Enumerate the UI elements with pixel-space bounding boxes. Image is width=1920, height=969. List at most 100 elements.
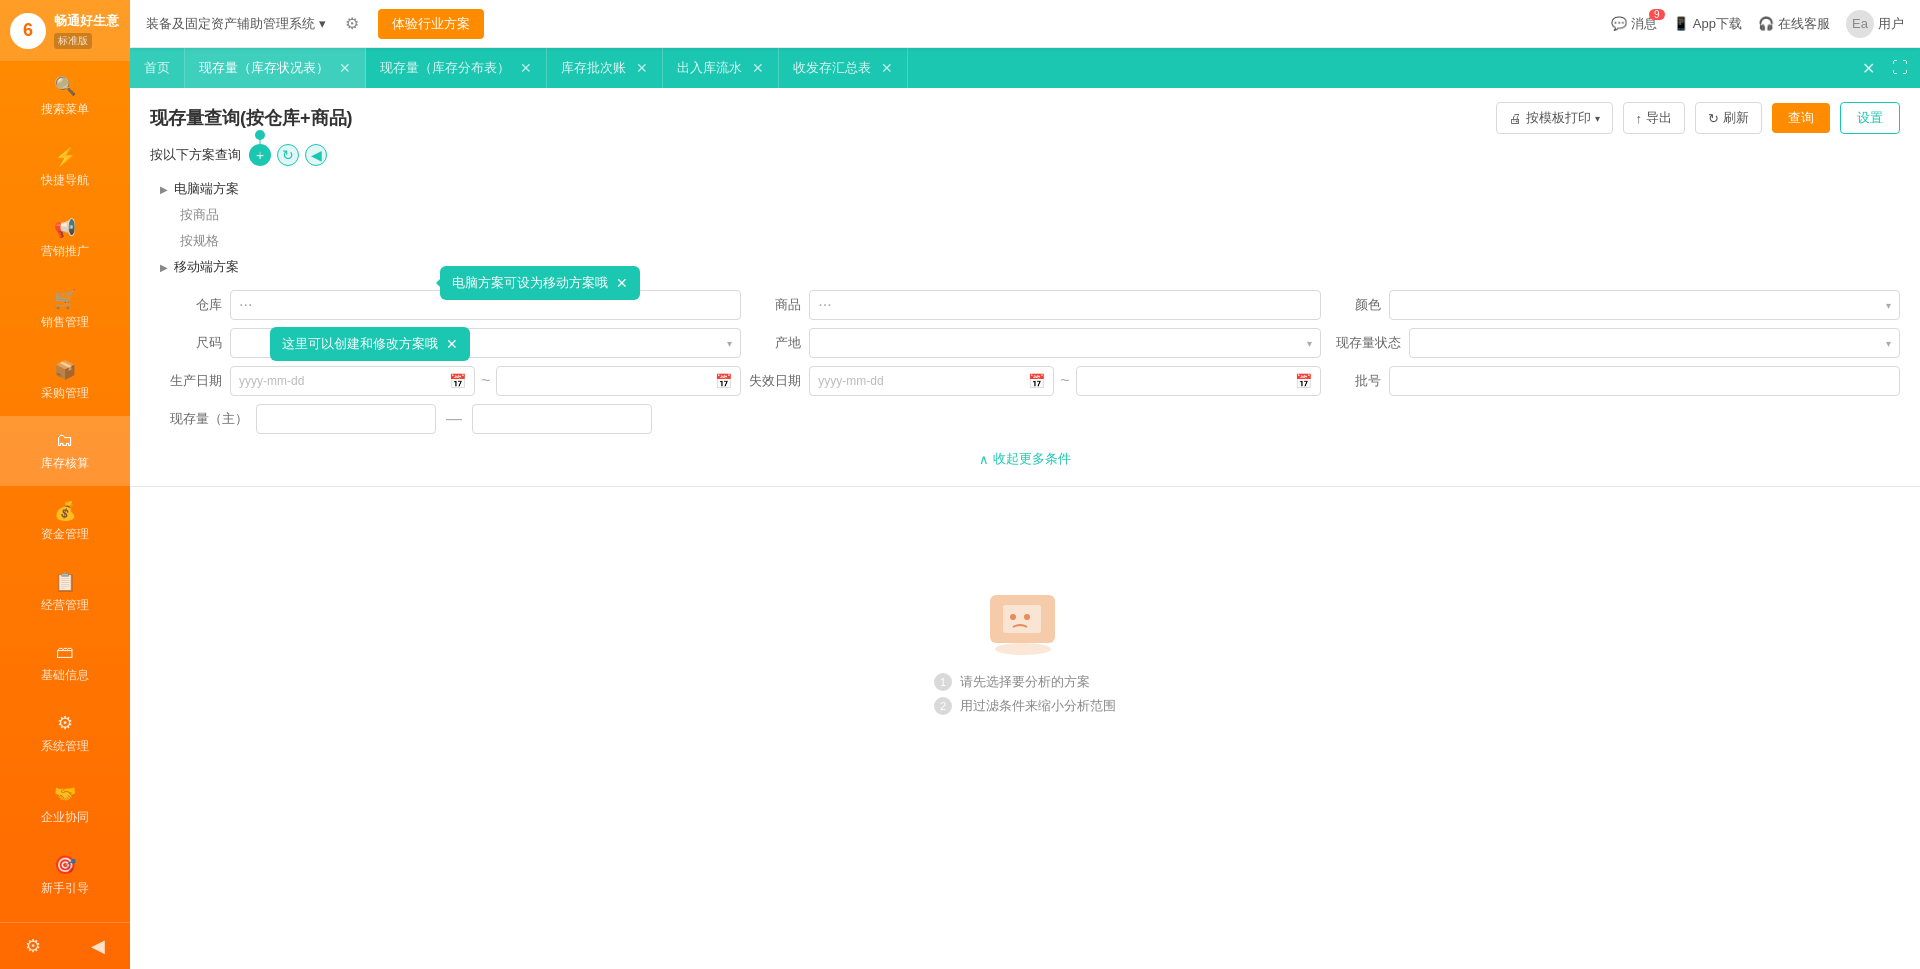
expire-date-label: 失效日期 bbox=[749, 372, 809, 390]
goods-select[interactable]: ··· bbox=[809, 290, 1320, 320]
sales-icon: 🛒 bbox=[54, 288, 76, 310]
filter-rows-container: 仓库 ··· 商品 ··· 颜色 bbox=[150, 290, 1900, 434]
color-dropdown-icon: ▾ bbox=[1886, 300, 1891, 311]
batch-no-input[interactable] bbox=[1389, 366, 1900, 396]
scheme-tree: ▶ 电脑端方案 按商品 按规格 ▶ 移动端方案 bbox=[150, 176, 1900, 280]
sidebar-item-marketing[interactable]: 📢 营销推广 bbox=[0, 203, 130, 274]
sidebar-item-sales[interactable]: 🛒 销售管理 bbox=[0, 274, 130, 345]
inv-qty-min-field[interactable] bbox=[265, 412, 427, 427]
tooltip-scheme-edit: 这里可以创建和修改方案哦 ✕ bbox=[270, 327, 470, 361]
sidebar-item-system[interactable]: ⚙ 系统管理 bbox=[0, 698, 130, 769]
header-right: 💬 消息 9 📱 App下载 🎧 在线客服 Ea 用户 bbox=[1611, 10, 1904, 38]
chevron-down-icon: ▾ bbox=[319, 16, 326, 31]
calendar-icon-expire-start: 📅 bbox=[1028, 373, 1045, 389]
tab-bar: 首页 现存量（库存状况表） ✕ 现存量（库存分布表） ✕ 库存批次账 ✕ 出入库… bbox=[130, 48, 1920, 88]
sidebar-item-finance[interactable]: 💰 资金管理 bbox=[0, 486, 130, 557]
tab-batch-account[interactable]: 库存批次账 ✕ bbox=[547, 48, 663, 88]
refresh-button[interactable]: ↻ 刷新 bbox=[1695, 102, 1762, 134]
svg-rect-1 bbox=[1003, 605, 1041, 633]
filter-row-1: 仓库 ··· 商品 ··· 颜色 bbox=[170, 290, 1900, 320]
sidebar-item-operations[interactable]: 📋 经营管理 bbox=[0, 557, 130, 628]
filter-header-btns: + ↻ ◀ bbox=[249, 144, 327, 166]
warehouse-label: 仓库 bbox=[170, 296, 230, 314]
back-scheme-btn[interactable]: ◀ bbox=[305, 144, 327, 166]
filter-expire-date: 失效日期 yyyy-mm-dd 📅 ~ 📅 bbox=[749, 366, 1320, 396]
origin-select[interactable]: ▾ bbox=[809, 328, 1320, 358]
inventory-icon: 🗂 bbox=[56, 430, 74, 451]
tab-inventory-status[interactable]: 现存量（库存状况表） ✕ bbox=[185, 48, 366, 88]
svg-point-4 bbox=[995, 643, 1051, 655]
export-button[interactable]: ↑ 导出 bbox=[1623, 102, 1686, 134]
sidebar-item-basic-info[interactable]: 🗃 基础信息 bbox=[0, 628, 130, 698]
avatar: Ea bbox=[1846, 10, 1874, 38]
filter-row-4: 现存量（主） — bbox=[170, 404, 1900, 434]
expire-date-start[interactable]: yyyy-mm-dd 📅 bbox=[809, 366, 1054, 396]
trial-button[interactable]: 体验行业方案 bbox=[378, 9, 484, 39]
scheme-mobile-branch[interactable]: ▶ 移动端方案 bbox=[160, 254, 1900, 280]
calendar-icon-prod-end: 📅 bbox=[715, 373, 732, 389]
basic-info-icon: 🗃 bbox=[56, 642, 74, 663]
scheme-pc-child-1[interactable]: 按规格 bbox=[180, 228, 1900, 254]
filter-area: 按以下方案查询 + ↻ ◀ 电脑方案可设为移动方案哦 ✕ 这里可以创建和修改方案… bbox=[130, 144, 1920, 487]
newbie-icon: 🎯 bbox=[54, 854, 76, 876]
tab-close-in-out-flow[interactable]: ✕ bbox=[752, 60, 764, 76]
tooltip2-close[interactable]: ✕ bbox=[446, 336, 458, 352]
scheme-pc-children: 按商品 按规格 bbox=[160, 202, 1900, 254]
add-scheme-btn[interactable]: + bbox=[249, 144, 271, 166]
tab-in-out-flow[interactable]: 出入库流水 ✕ bbox=[663, 48, 779, 88]
collapse-bar[interactable]: ∧ 收起更多条件 bbox=[150, 442, 1900, 476]
prod-date-end[interactable]: 📅 bbox=[496, 366, 741, 396]
print-button[interactable]: 🖨 按模板打印 ▾ bbox=[1496, 102, 1613, 134]
tooltip2-text: 这里可以创建和修改方案哦 bbox=[282, 335, 438, 353]
tab-close-recv-summary[interactable]: ✕ bbox=[881, 60, 893, 76]
footer-collapse-btn[interactable]: ◀ bbox=[91, 935, 105, 957]
scheme-pc-branch[interactable]: ▶ 电脑端方案 bbox=[160, 176, 1900, 202]
dot-indicator bbox=[255, 130, 265, 140]
page-actions: 🖨 按模板打印 ▾ ↑ 导出 ↻ 刷新 查询 设置 bbox=[1496, 102, 1901, 134]
settings-gear-btn[interactable]: ⚙ bbox=[338, 10, 366, 38]
message-button[interactable]: 💬 消息 9 bbox=[1611, 15, 1657, 33]
app-download-button[interactable]: 📱 App下载 bbox=[1673, 15, 1742, 33]
reset-button[interactable]: 设置 bbox=[1840, 102, 1900, 134]
logo-icon: 6 bbox=[10, 13, 46, 49]
collapse-up-icon: ∧ bbox=[979, 452, 989, 467]
inv-qty-min[interactable] bbox=[256, 404, 436, 434]
sidebar-item-search[interactable]: 🔍 搜索菜单 bbox=[0, 61, 130, 132]
empty-state: 1 请先选择要分析的方案 2 用过滤条件来缩小分析范围 bbox=[130, 487, 1920, 801]
inventory-status-select[interactable]: ▾ bbox=[1409, 328, 1900, 358]
sidebar-nav: 🔍 搜索菜单 ⚡ 快捷导航 📢 营销推广 🛒 销售管理 📦 采购管理 🗂 库存核… bbox=[0, 61, 130, 922]
query-button[interactable]: 查询 bbox=[1772, 103, 1830, 133]
tab-close-batch-account[interactable]: ✕ bbox=[636, 60, 648, 76]
tab-close-inventory-dist[interactable]: ✕ bbox=[520, 60, 532, 76]
tab-close-inventory-status[interactable]: ✕ bbox=[339, 60, 351, 76]
user-menu[interactable]: Ea 用户 bbox=[1846, 10, 1904, 38]
tab-fullscreen-btn[interactable]: ⛶ bbox=[1888, 56, 1912, 80]
sidebar-item-inventory[interactable]: 🗂 库存核算 bbox=[0, 416, 130, 486]
sidebar-item-purchase[interactable]: 📦 采购管理 bbox=[0, 345, 130, 416]
color-select[interactable]: ▾ bbox=[1389, 290, 1900, 320]
tab-inventory-dist[interactable]: 现存量（库存分布表） ✕ bbox=[366, 48, 547, 88]
sidebar-item-quick-nav[interactable]: ⚡ 快捷导航 bbox=[0, 132, 130, 203]
tab-home[interactable]: 首页 bbox=[130, 48, 185, 88]
expire-date-end[interactable]: 📅 bbox=[1076, 366, 1321, 396]
batch-no-field[interactable] bbox=[1398, 374, 1891, 389]
inv-qty-max-field[interactable] bbox=[481, 412, 643, 427]
filter-origin: 产地 ▾ bbox=[749, 328, 1320, 358]
footer-settings-btn[interactable]: ⚙ bbox=[25, 935, 41, 957]
prod-date-start[interactable]: yyyy-mm-dd 📅 bbox=[230, 366, 475, 396]
sidebar-item-enterprise[interactable]: 🤝 企业协同 bbox=[0, 769, 130, 840]
online-service-button[interactable]: 🎧 在线客服 bbox=[1758, 15, 1830, 33]
scheme-mobile-label: 移动端方案 bbox=[174, 258, 239, 276]
tab-recv-summary[interactable]: 收发存汇总表 ✕ bbox=[779, 48, 908, 88]
system-selector[interactable]: 装备及固定资产辅助管理系统 ▾ bbox=[146, 15, 326, 33]
scheme-pc-child-0[interactable]: 按商品 bbox=[180, 202, 1900, 228]
main-content: 现存量查询(按仓库+商品) 🖨 按模板打印 ▾ ↑ 导出 ↻ 刷新 查询 设置 bbox=[130, 88, 1920, 969]
filter-row-3: 生产日期 yyyy-mm-dd 📅 ~ 📅 失效日期 bbox=[170, 366, 1900, 396]
refresh-scheme-btn[interactable]: ↻ bbox=[277, 144, 299, 166]
tooltip1-close[interactable]: ✕ bbox=[616, 275, 628, 291]
sidebar-item-newbie[interactable]: 🎯 新手引导 bbox=[0, 840, 130, 911]
filter-prod-date: 生产日期 yyyy-mm-dd 📅 ~ 📅 bbox=[170, 366, 741, 396]
sidebar-footer: ⚙ ◀ bbox=[0, 922, 130, 969]
tab-close-all-btn[interactable]: ✕ bbox=[1856, 56, 1880, 80]
inv-qty-max[interactable] bbox=[472, 404, 652, 434]
